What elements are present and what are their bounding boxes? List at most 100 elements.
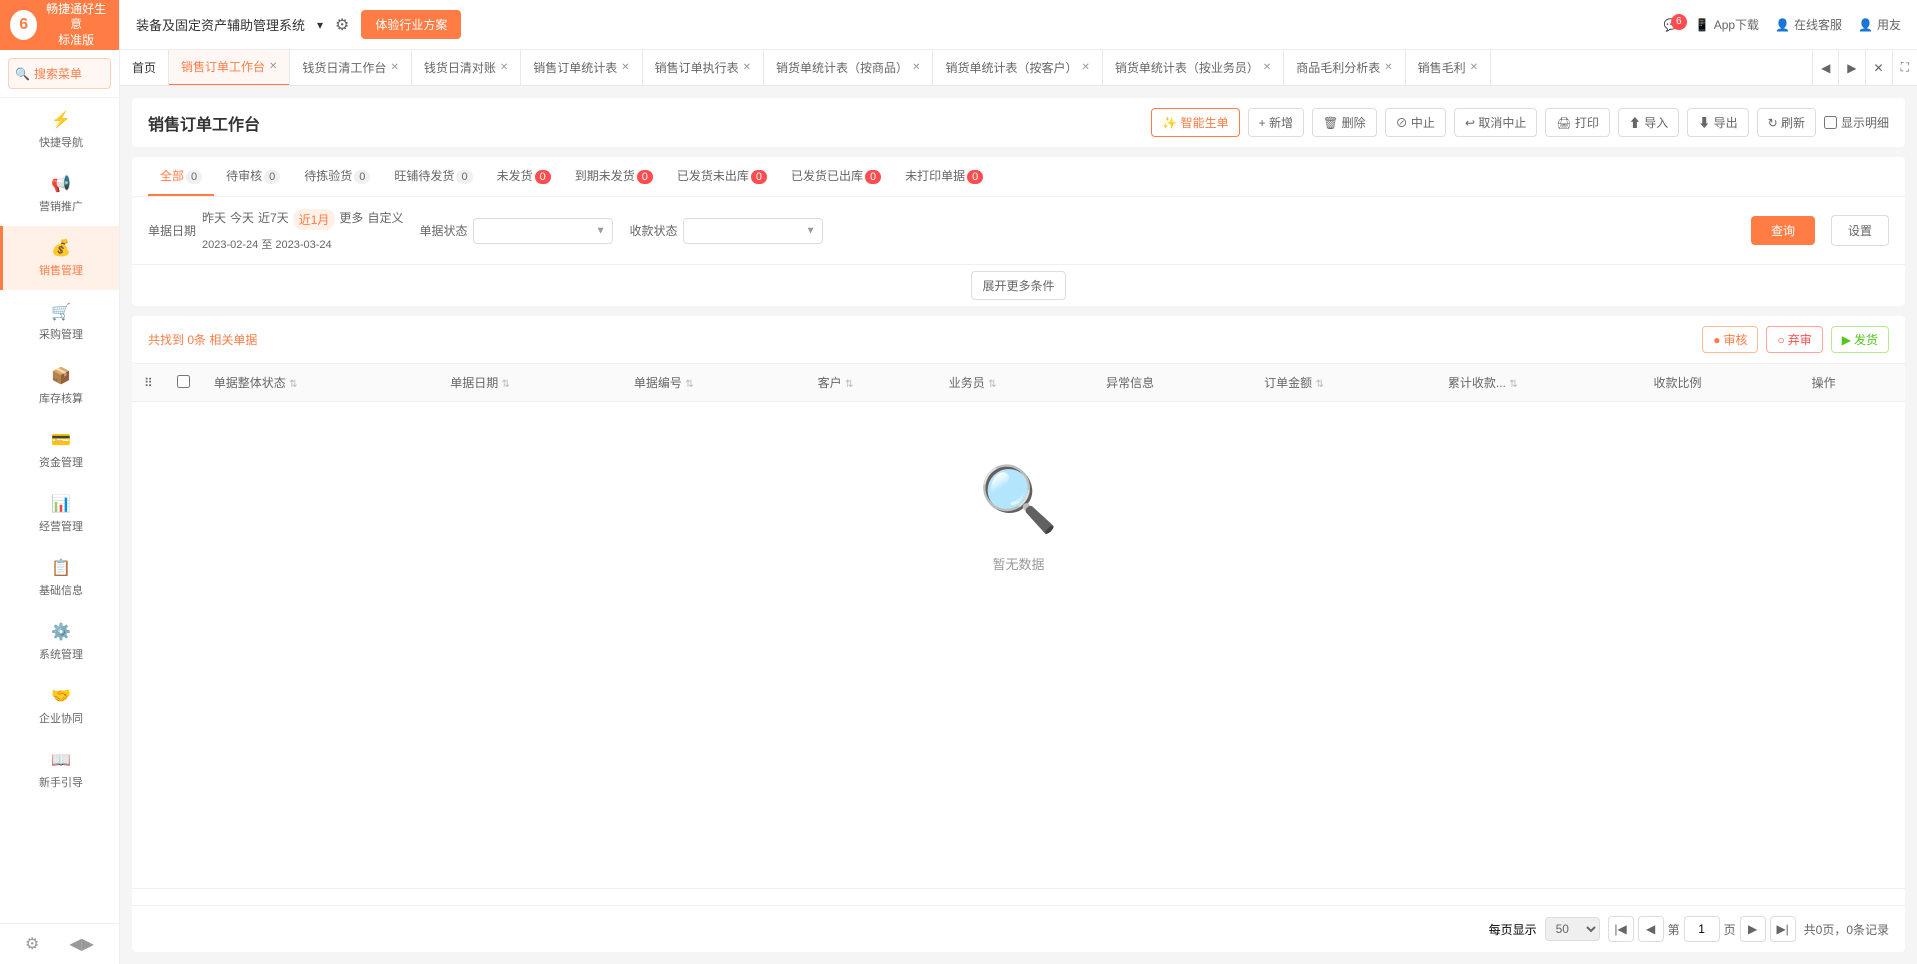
date-option-自定义[interactable]: 自定义 bbox=[367, 209, 403, 230]
payment-select[interactable] bbox=[683, 218, 823, 244]
sidebar-item-sales[interactable]: 💰销售管理 bbox=[0, 226, 119, 290]
date-option-近7天[interactable]: 近7天 bbox=[258, 209, 289, 230]
date-option-更多[interactable]: 更多 bbox=[339, 209, 363, 230]
prev-page-button[interactable]: ◀ bbox=[1638, 916, 1664, 942]
tab-sales-gross[interactable]: 销售毛利✕ bbox=[1406, 50, 1491, 86]
select-all-checkbox[interactable] bbox=[177, 375, 190, 388]
cancel-stop-button[interactable]: ↩ 取消中止 bbox=[1454, 108, 1537, 137]
filter-tab-pending-inspect[interactable]: 待拣验货0 bbox=[292, 157, 382, 196]
first-page-button[interactable]: |◀ bbox=[1608, 916, 1634, 942]
tab-cash-reconcile[interactable]: 钱货日清对账✕ bbox=[412, 50, 521, 86]
search-menu-button[interactable]: 🔍 搜索菜单 bbox=[8, 58, 111, 89]
sidebar-item-purchase[interactable]: 🛒采购管理 bbox=[0, 290, 119, 354]
online-service-item[interactable]: 👤 在线客服 bbox=[1775, 16, 1842, 33]
sidebar-item-system[interactable]: ⚙️系统管理 bbox=[0, 610, 119, 674]
settings-icon[interactable]: ⚙ bbox=[25, 934, 39, 954]
status-select[interactable] bbox=[473, 218, 613, 244]
filter-tab-all[interactable]: 全部0 bbox=[148, 157, 214, 196]
stop-button[interactable]: ⊘ 中止 bbox=[1385, 108, 1446, 137]
batch-review-button[interactable]: ● 审核 bbox=[1702, 326, 1758, 353]
th-staff[interactable]: 业务员 ⇅ bbox=[937, 364, 1094, 402]
last-page-button[interactable]: ▶| bbox=[1770, 916, 1796, 942]
tab-close-product-margin[interactable]: ✕ bbox=[1384, 62, 1392, 73]
date-option-近1月[interactable]: 近1月 bbox=[293, 209, 336, 230]
th-collected[interactable]: 累计收款... ⇅ bbox=[1436, 364, 1642, 402]
tab-close-sales-order-stats[interactable]: ✕ bbox=[621, 62, 629, 73]
sidebar-item-inventory[interactable]: 📦库存核算 bbox=[0, 354, 119, 418]
batch-cancel-review-button[interactable]: ○ 弃审 bbox=[1766, 326, 1822, 353]
delete-button[interactable]: 🗑 删除 bbox=[1312, 108, 1377, 137]
tab-sales-stats-customer[interactable]: 销货单统计表（按客户）✕ bbox=[933, 50, 1102, 86]
tab-next-button[interactable]: ▶ bbox=[1838, 50, 1864, 86]
tab-close-sales-stats-customer[interactable]: ✕ bbox=[1081, 62, 1089, 73]
topbar-settings-icon[interactable]: ⚙ bbox=[335, 15, 349, 35]
tab-close-sales-order-workbench[interactable]: ✕ bbox=[269, 61, 277, 72]
filter-tab-overdue-not-shipped[interactable]: 到期未发货0 bbox=[563, 157, 665, 196]
app-download-item[interactable]: 📱 App下载 bbox=[1695, 16, 1759, 33]
tab-sales-order-exec[interactable]: 销售订单执行表✕ bbox=[643, 50, 764, 86]
sidebar-item-cooperation[interactable]: 🤝企业协同 bbox=[0, 674, 119, 738]
tab-maximize-button[interactable]: ⛶ bbox=[1892, 50, 1917, 86]
page-size-select[interactable]: 50 100 200 bbox=[1545, 917, 1600, 941]
setting-button[interactable]: 设置 bbox=[1831, 215, 1889, 246]
collapse-icon[interactable]: ◀▶ bbox=[69, 934, 94, 954]
module-dropdown[interactable]: ▾ bbox=[317, 18, 323, 32]
tab-sales-stats-staff[interactable]: 销货单统计表（按业务员）✕ bbox=[1103, 50, 1284, 86]
add-button[interactable]: + 新增 bbox=[1248, 108, 1304, 137]
sidebar-item-operation[interactable]: 📊经营管理 bbox=[0, 482, 119, 546]
import-button[interactable]: ⬆ 导入 bbox=[1618, 108, 1679, 137]
sidebar-item-quick-nav[interactable]: ⚡快捷导航 bbox=[0, 98, 119, 162]
filter-tab-shipped-warehoused[interactable]: 已发货已出库0 bbox=[779, 157, 893, 196]
th-amount[interactable]: 订单金额 ⇅ bbox=[1252, 364, 1436, 402]
tab-sales-order-stats[interactable]: 销售订单统计表✕ bbox=[521, 50, 642, 86]
filter-tab-count-pending-review: 0 bbox=[264, 170, 280, 184]
tab-sales-stats-product[interactable]: 销货单统计表（按商品）✕ bbox=[764, 50, 933, 86]
refresh-button[interactable]: ↻ 刷新 bbox=[1757, 108, 1816, 137]
th-status[interactable]: 单据整体状态 ⇅ bbox=[202, 364, 438, 402]
export-button[interactable]: ⬇ 导出 bbox=[1687, 108, 1748, 137]
expand-button[interactable]: 展开更多条件 bbox=[971, 271, 1065, 300]
show-detail-input[interactable] bbox=[1824, 116, 1837, 129]
filter-tab-not-printed[interactable]: 未打印单据0 bbox=[893, 157, 995, 196]
filter-tab-pending-review[interactable]: 待审核0 bbox=[214, 157, 292, 196]
scroll-area[interactable] bbox=[132, 893, 1905, 901]
date-option-昨天[interactable]: 昨天 bbox=[202, 209, 226, 230]
messages-item[interactable]: 💬 6 bbox=[1664, 18, 1679, 32]
tab-home[interactable]: 首页 bbox=[120, 50, 169, 86]
filter-tab-shipped-not-warehoused[interactable]: 已发货未出库0 bbox=[665, 157, 779, 196]
tab-close-sales-stats-product[interactable]: ✕ bbox=[912, 62, 920, 73]
tab-sales-order-workbench[interactable]: 销售订单工作台✕ bbox=[169, 50, 290, 86]
next-page-button[interactable]: ▶ bbox=[1740, 916, 1766, 942]
payment-filter-group: 收款状态 bbox=[629, 218, 823, 244]
page-input[interactable] bbox=[1684, 916, 1720, 942]
th-number[interactable]: 单据编号 ⇅ bbox=[622, 364, 806, 402]
sidebar-search[interactable]: 🔍 搜索菜单 bbox=[0, 50, 119, 98]
show-detail-checkbox[interactable]: 显示明细 bbox=[1824, 114, 1889, 131]
filter-tab-wangpu-pending[interactable]: 旺铺待发货0 bbox=[382, 157, 484, 196]
tab-close-cash-reconcile[interactable]: ✕ bbox=[500, 62, 508, 73]
tab-close-sales-stats-staff[interactable]: ✕ bbox=[1263, 62, 1271, 73]
tab-close-sales-order-exec[interactable]: ✕ bbox=[743, 62, 751, 73]
th-customer[interactable]: 客户 ⇅ bbox=[806, 364, 937, 402]
smart-order-button[interactable]: ✨ 智能生单 bbox=[1151, 108, 1239, 137]
batch-ship-button[interactable]: ▶ 发货 bbox=[1831, 326, 1889, 353]
sidebar-item-guide[interactable]: 📖新手引导 bbox=[0, 738, 119, 802]
sidebar-item-marketing[interactable]: 📢营销推广 bbox=[0, 162, 119, 226]
tab-close-all-button[interactable]: ✕ bbox=[1865, 50, 1892, 86]
tab-product-margin[interactable]: 商品毛利分析表✕ bbox=[1284, 50, 1405, 86]
query-button[interactable]: 查询 bbox=[1751, 216, 1815, 245]
user-item[interactable]: 👤 用友 bbox=[1858, 16, 1901, 33]
print-button[interactable]: 🖨 打印 bbox=[1545, 108, 1610, 137]
sidebar-item-finance[interactable]: 💳资金管理 bbox=[0, 418, 119, 482]
date-option-今天[interactable]: 今天 bbox=[230, 209, 254, 230]
th-date[interactable]: 单据日期 ⇅ bbox=[438, 364, 622, 402]
tab-close-sales-gross[interactable]: ✕ bbox=[1470, 62, 1478, 73]
sidebar-nav: ⚡快捷导航📢营销推广💰销售管理🛒采购管理📦库存核算💳资金管理📊经营管理📋基础信息… bbox=[0, 98, 119, 802]
filter-tab-not-shipped[interactable]: 未发货0 bbox=[485, 157, 563, 196]
tab-close-cash-daily[interactable]: ✕ bbox=[390, 62, 398, 73]
filter-tab-count-wangpu-pending: 0 bbox=[456, 170, 472, 184]
tab-prev-button[interactable]: ◀ bbox=[1812, 50, 1838, 86]
tab-cash-daily[interactable]: 钱货日清工作台✕ bbox=[290, 50, 411, 86]
trial-button[interactable]: 体验行业方案 bbox=[361, 10, 461, 39]
sidebar-item-basic-info[interactable]: 📋基础信息 bbox=[0, 546, 119, 610]
